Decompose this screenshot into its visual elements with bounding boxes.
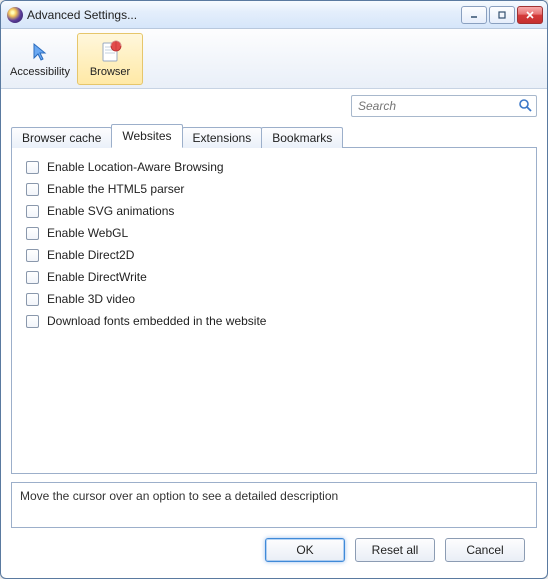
button-row: OK Reset all Cancel (11, 528, 537, 572)
titlebar[interactable]: Advanced Settings... (1, 1, 547, 29)
option-label: Enable SVG animations (47, 204, 174, 218)
search-input[interactable] (358, 99, 518, 113)
document-globe-icon (96, 40, 124, 64)
tab-strip: Browser cache Websites Extensions Bookma… (11, 123, 537, 147)
tab-browser-cache[interactable]: Browser cache (11, 127, 112, 148)
option-direct2d[interactable]: Enable Direct2D (26, 248, 522, 262)
checkbox[interactable] (26, 249, 39, 262)
option-label: Enable Location-Aware Browsing (47, 160, 224, 174)
option-download-fonts[interactable]: Download fonts embedded in the website (26, 314, 522, 328)
ribbon-item-browser[interactable]: Browser (77, 33, 143, 85)
checkbox[interactable] (26, 227, 39, 240)
cursor-icon (26, 40, 54, 64)
option-label: Enable Direct2D (47, 248, 134, 262)
option-label: Download fonts embedded in the website (47, 314, 266, 328)
settings-window: Advanced Settings... Accessibility (0, 0, 548, 579)
description-panel: Move the cursor over an option to see a … (11, 482, 537, 528)
reset-all-button[interactable]: Reset all (355, 538, 435, 562)
checkbox[interactable] (26, 205, 39, 218)
content-area: Browser cache Websites Extensions Bookma… (1, 89, 547, 578)
checkbox[interactable] (26, 271, 39, 284)
option-webgl[interactable]: Enable WebGL (26, 226, 522, 240)
description-text: Move the cursor over an option to see a … (20, 489, 338, 503)
option-label: Enable DirectWrite (47, 270, 147, 284)
option-label: Enable WebGL (47, 226, 128, 240)
option-location-aware[interactable]: Enable Location-Aware Browsing (26, 160, 522, 174)
close-button[interactable] (517, 6, 543, 24)
search-row (11, 89, 537, 123)
ribbon-label-browser: Browser (90, 66, 130, 78)
tab-panel: Enable Location-Aware Browsing Enable th… (11, 147, 537, 474)
ribbon-item-accessibility[interactable]: Accessibility (7, 33, 73, 85)
option-label: Enable 3D video (47, 292, 135, 306)
search-icon[interactable] (518, 98, 532, 115)
option-3d-video[interactable]: Enable 3D video (26, 292, 522, 306)
checkbox[interactable] (26, 183, 39, 196)
option-directwrite[interactable]: Enable DirectWrite (26, 270, 522, 284)
ribbon-label-accessibility: Accessibility (10, 66, 70, 78)
ribbon: Accessibility Browser (1, 29, 547, 89)
minimize-button[interactable] (461, 6, 487, 24)
cancel-button[interactable]: Cancel (445, 538, 525, 562)
tab-bookmarks[interactable]: Bookmarks (261, 127, 343, 148)
checkbox[interactable] (26, 293, 39, 306)
maximize-button[interactable] (489, 6, 515, 24)
option-label: Enable the HTML5 parser (47, 182, 184, 196)
checkbox[interactable] (26, 161, 39, 174)
tab-extensions[interactable]: Extensions (182, 127, 263, 148)
search-box[interactable] (351, 95, 537, 117)
tab-websites[interactable]: Websites (111, 124, 182, 148)
options-list: Enable Location-Aware Browsing Enable th… (26, 160, 522, 328)
ok-button[interactable]: OK (265, 538, 345, 562)
option-html5-parser[interactable]: Enable the HTML5 parser (26, 182, 522, 196)
checkbox[interactable] (26, 315, 39, 328)
app-icon (7, 7, 23, 23)
option-svg-animations[interactable]: Enable SVG animations (26, 204, 522, 218)
window-title: Advanced Settings... (27, 8, 461, 22)
window-controls (461, 6, 543, 24)
